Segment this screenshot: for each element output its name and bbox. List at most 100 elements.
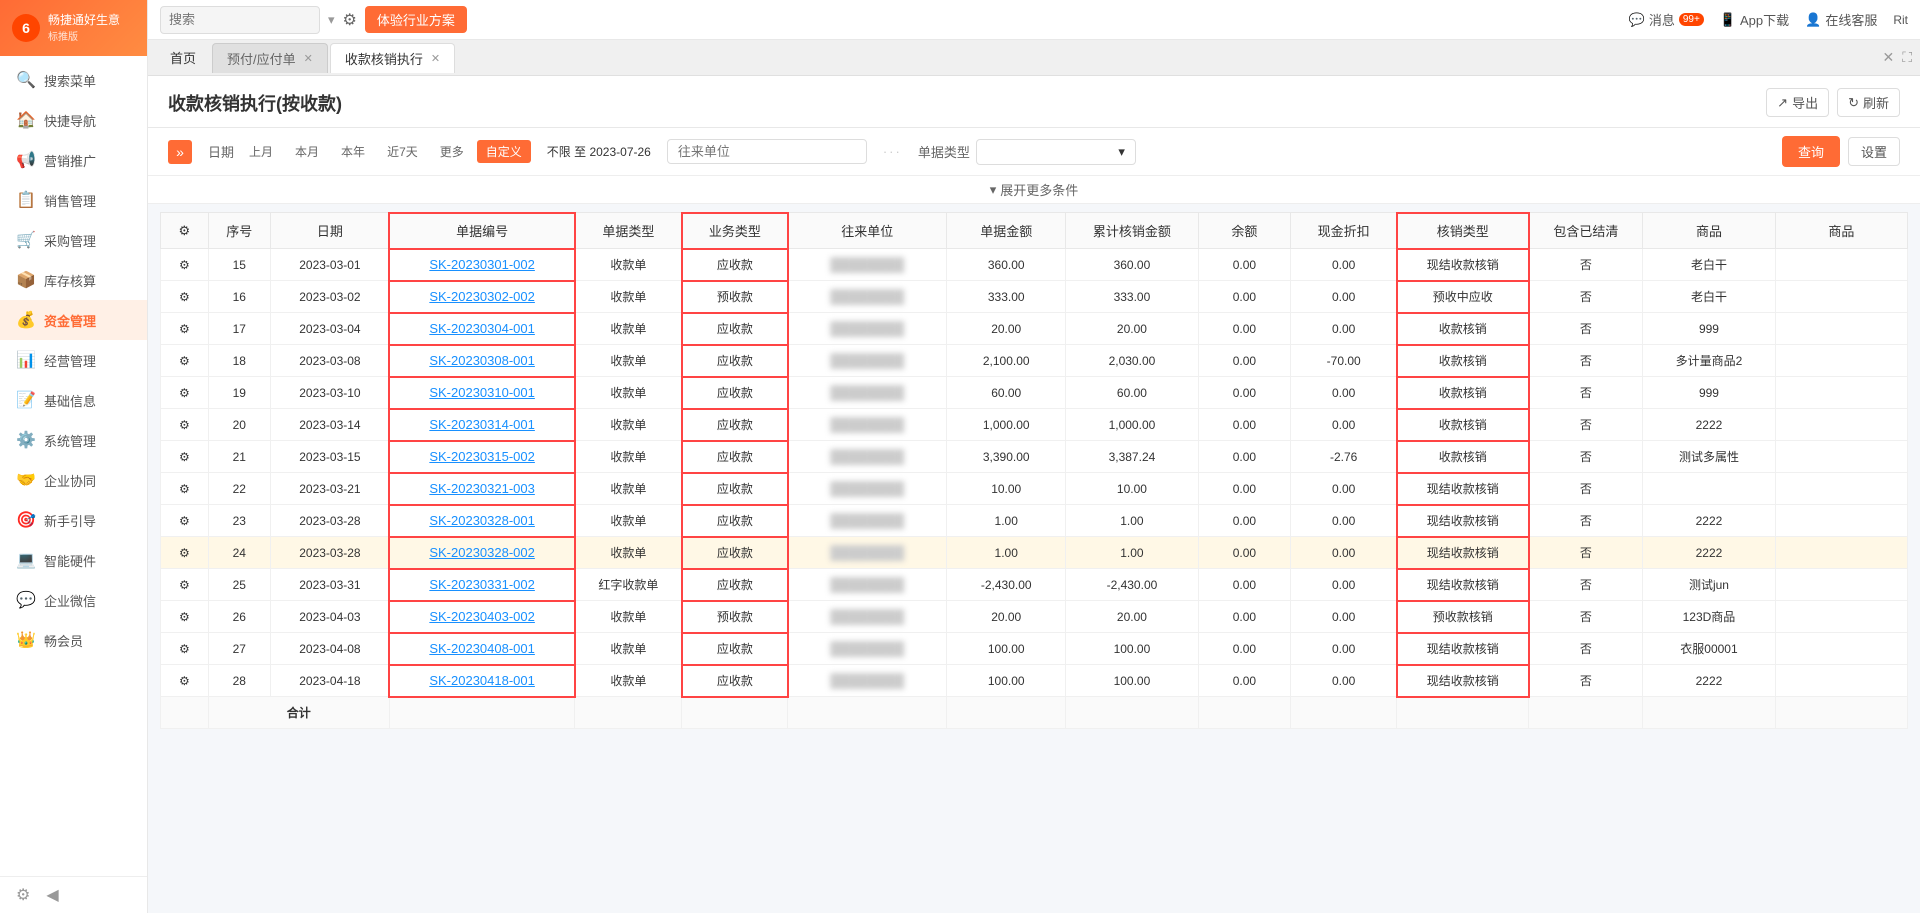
col-verified: 累计核销金额 [1066,213,1198,249]
doc-no-link[interactable]: SK-20230315-002 [429,449,535,464]
cell-product2 [1775,441,1907,473]
cell-product2 [1775,665,1907,697]
sidebar-item-operations[interactable]: 📊 经营管理 [0,340,147,380]
cell-gear[interactable]: ⚙ [161,345,209,377]
col-verifytype: 核销类型 [1397,213,1529,249]
app-download-btn[interactable]: 📱 App下载 [1720,10,1789,29]
cell-balance: 0.00 [1198,249,1291,281]
refresh-btn[interactable]: ↻ 刷新 [1837,88,1900,117]
industry-btn[interactable]: 体验行业方案 [365,6,467,33]
cell-balance: 0.00 [1198,281,1291,313]
filter-toggle-btn[interactable]: » [168,140,192,164]
query-btn[interactable]: 查询 [1782,136,1840,167]
tab-payable-close-icon[interactable]: ✕ [304,52,313,65]
footer-collapse-icon[interactable]: ◀ [46,885,58,905]
doc-no-link[interactable]: SK-20230328-001 [429,513,535,528]
tab-receipt-close-icon[interactable]: ✕ [431,52,440,65]
filter-bar: » 日期 上月 本月 本年 近7天 更多 自定义 不限 至 2023-07-26… [148,128,1920,176]
cell-product1: 测试多属性 [1643,441,1775,473]
sidebar-item-purchase[interactable]: 🛒 采购管理 [0,220,147,260]
cell-settled: 否 [1529,665,1643,697]
cell-balance: 0.00 [1198,409,1291,441]
sidebar-item-marketing[interactable]: 📢 营销推广 [0,140,147,180]
sidebar-item-finance[interactable]: 💰 资金管理 [0,300,147,340]
cell-docno: SK-20230331-002 [389,569,574,601]
expand-window-icon[interactable]: ⛶ [1902,49,1912,66]
cell-gear[interactable]: ⚙ [161,441,209,473]
messages-btn[interactable]: 💬 消息 99+ [1629,10,1704,29]
sidebar-item-sales[interactable]: 📋 销售管理 [0,180,147,220]
cell-discount: 0.00 [1291,633,1397,665]
cell-gear[interactable]: ⚙ [161,633,209,665]
sidebar-nav: 🔍 搜索菜单 🏠 快捷导航 📢 营销推广 📋 销售管理 🛒 采购管理 📦 库存核… [0,56,147,876]
footer-settings-icon[interactable]: ⚙ [16,885,30,905]
date-btn-more[interactable]: 更多 [431,140,473,163]
sidebar-item-system[interactable]: ⚙️ 系统管理 [0,420,147,460]
cell-gear[interactable]: ⚙ [161,377,209,409]
doc-no-link[interactable]: SK-20230331-002 [429,577,535,592]
online-service-btn[interactable]: 👤 在线客服 [1805,10,1877,29]
cell-date: 2023-03-02 [270,281,389,313]
sidebar-item-quicknav[interactable]: 🏠 快捷导航 [0,100,147,140]
date-btn-7days[interactable]: 近7天 [378,140,427,163]
cell-gear[interactable]: ⚙ [161,249,209,281]
cell-gear[interactable]: ⚙ [161,537,209,569]
system-icon: ⚙️ [16,430,36,450]
date-btn-last-month[interactable]: 上月 [240,140,282,163]
date-btn-this-year[interactable]: 本年 [332,140,374,163]
unit-search-input[interactable] [667,139,867,164]
doc-no-link[interactable]: SK-20230304-001 [429,321,535,336]
tab-home[interactable]: 首页 [156,43,210,73]
sidebar-item-member[interactable]: 👑 畅会员 [0,620,147,660]
cell-gear[interactable]: ⚙ [161,409,209,441]
sidebar-item-hardware[interactable]: 💻 智能硬件 [0,540,147,580]
sidebar-item-inventory[interactable]: 📦 库存核算 [0,260,147,300]
home-icon: 🏠 [16,110,36,130]
filter-dots: ··· [883,144,902,159]
sidebar-item-search[interactable]: 🔍 搜索菜单 [0,60,147,100]
sidebar-item-wechat[interactable]: 💬 企业微信 [0,580,147,620]
cell-gear[interactable]: ⚙ [161,313,209,345]
tab-payable[interactable]: 预付/应付单 ✕ [212,43,328,73]
date-btn-this-month[interactable]: 本月 [286,140,328,163]
type-select[interactable]: ▾ [976,139,1136,165]
cell-gear[interactable]: ⚙ [161,601,209,633]
topbar-search-input[interactable] [160,6,320,34]
tab-receipt-verify[interactable]: 收款核销执行 ✕ [330,43,455,73]
sidebar-item-enterprise[interactable]: 🤝 企业协同 [0,460,147,500]
cell-product1: 999 [1643,313,1775,345]
doc-no-link[interactable]: SK-20230408-001 [429,641,535,656]
cell-gear[interactable]: ⚙ [161,281,209,313]
date-btn-custom[interactable]: 自定义 [477,140,531,163]
topbar-gear-icon[interactable]: ⚙ [343,10,357,30]
doc-no-link[interactable]: SK-20230308-001 [429,353,535,368]
sidebar-label-basic: 基础信息 [44,391,96,410]
export-btn[interactable]: ↗ 导出 [1766,88,1829,117]
cell-date: 2023-03-10 [270,377,389,409]
cell-gear[interactable]: ⚙ [161,569,209,601]
filter-settings-btn[interactable]: 设置 [1848,137,1900,166]
col-date: 日期 [270,213,389,249]
cell-product1: 2222 [1643,505,1775,537]
close-window-icon[interactable]: ✕ [1882,49,1894,66]
doc-no-link[interactable]: SK-20230403-002 [429,609,535,624]
doc-no-link[interactable]: SK-20230301-002 [429,257,535,272]
sidebar-item-basic[interactable]: 📝 基础信息 [0,380,147,420]
cell-gear[interactable]: ⚙ [161,505,209,537]
cell-gear[interactable]: ⚙ [161,473,209,505]
table-row: ⚙ 26 2023-04-03 SK-20230403-002 收款单 预收款 … [161,601,1908,633]
doc-no-link[interactable]: SK-20230321-003 [429,481,535,496]
doc-no-link[interactable]: SK-20230314-001 [429,417,535,432]
messages-badge: 99+ [1679,13,1704,26]
doc-no-link[interactable]: SK-20230302-002 [429,289,535,304]
expand-more-btn[interactable]: ▾ 展开更多条件 [990,180,1079,199]
sidebar-item-guide[interactable]: 🎯 新手引导 [0,500,147,540]
doc-no-link[interactable]: SK-20230310-001 [429,385,535,400]
cell-rownum: 28 [208,665,270,697]
cell-balance: 0.00 [1198,473,1291,505]
doc-no-link[interactable]: SK-20230328-002 [429,545,535,560]
tab-payable-label: 预付/应付单 [227,49,296,68]
cell-gear[interactable]: ⚙ [161,665,209,697]
col-gear[interactable]: ⚙ [161,213,209,249]
doc-no-link[interactable]: SK-20230418-001 [429,673,535,688]
